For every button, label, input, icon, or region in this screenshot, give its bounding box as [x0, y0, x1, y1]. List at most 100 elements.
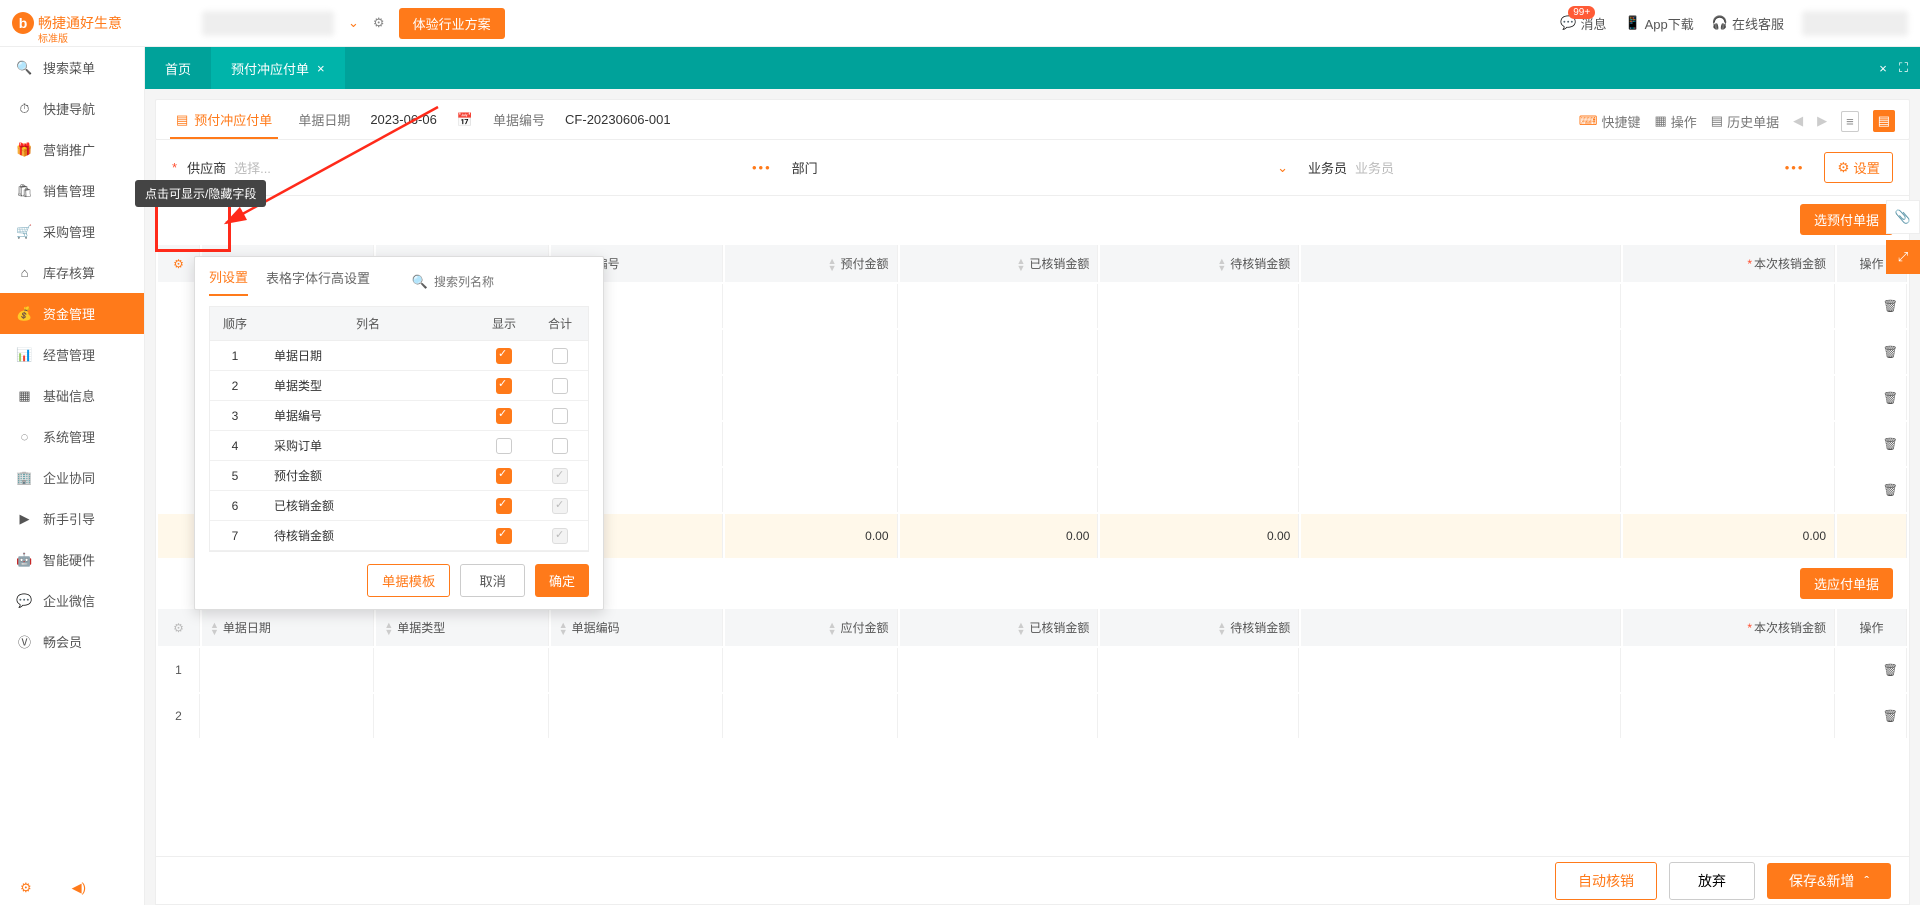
messages-link[interactable]: 💬 99+ 消息 — [1560, 14, 1606, 33]
column-settings-icon[interactable]: ⚙ — [173, 257, 184, 271]
nav-prev-icon[interactable]: ◀ — [1793, 113, 1803, 129]
close-all-icon[interactable]: × — [1879, 61, 1887, 76]
column-settings-icon[interactable]: ⚙ — [173, 621, 184, 635]
history-link[interactable]: ▤历史单据 — [1711, 112, 1779, 131]
save-new-button[interactable]: 保存&新增ˆ — [1767, 863, 1891, 899]
sidebar-item[interactable]: 💬企业微信 — [0, 580, 144, 621]
sidebar-item[interactable]: 🛒采购管理 — [0, 211, 144, 252]
delete-row-icon[interactable]: 🗑 — [1837, 376, 1907, 420]
nav-icon: 🔍 — [16, 59, 33, 76]
supplier-label: 供应商 — [187, 158, 226, 177]
view-list-icon[interactable]: ≡ — [1841, 111, 1859, 132]
sum-checkbox[interactable] — [552, 348, 568, 364]
tab-home[interactable]: 首页 — [145, 47, 211, 89]
more-icon[interactable]: ••• — [1785, 160, 1805, 175]
delete-row-icon[interactable]: 🗑 — [1837, 648, 1907, 692]
expand-icon[interactable]: ⤢ — [1886, 240, 1920, 274]
search-icon: 🔍 — [412, 274, 428, 290]
view-detail-icon[interactable]: ▤ — [1873, 110, 1895, 132]
phone-icon: 📱 — [1624, 15, 1640, 31]
sidebar-item[interactable]: 🛍销售管理 — [0, 170, 144, 211]
delete-row-icon[interactable]: 🗑 — [1837, 284, 1907, 328]
clerk-select[interactable]: 业务员 — [1355, 158, 1394, 177]
tooltip-hint: 点击可显示/隐藏字段 — [135, 180, 266, 207]
show-checkbox[interactable] — [496, 378, 512, 394]
nav-icon: 🤖 — [16, 551, 33, 568]
delete-row-icon[interactable]: 🗑 — [1837, 694, 1907, 738]
show-checkbox[interactable] — [496, 498, 512, 514]
dept-select-chevron-icon[interactable]: ⌄ — [1277, 160, 1288, 176]
logo-icon: b — [12, 12, 34, 34]
date-value[interactable]: 2023-06-06 — [370, 112, 437, 127]
doc-type-tab[interactable]: ▤ 预付冲应付单 — [170, 110, 278, 139]
row-height-tab[interactable]: 表格字体行高设置 — [266, 268, 370, 295]
sum-checkbox[interactable] — [552, 408, 568, 424]
show-checkbox[interactable] — [496, 468, 512, 484]
sidebar-item[interactable]: ▦基础信息 — [0, 375, 144, 416]
template-button[interactable]: 单据模板 — [367, 564, 450, 597]
column-settings-tab[interactable]: 列设置 — [209, 267, 248, 296]
org-selector[interactable] — [202, 11, 334, 36]
shortcut-link[interactable]: ⌨快捷键 — [1579, 112, 1641, 131]
nav-icon: ⌂ — [16, 264, 33, 281]
select-payable-button[interactable]: 选应付单据 — [1800, 568, 1893, 599]
sidebar-item[interactable]: 🔍搜索菜单 — [0, 47, 144, 88]
sidebar-item[interactable]: Ⓥ畅会员 — [0, 621, 144, 662]
column-search-input[interactable] — [434, 275, 589, 289]
sum-checkbox[interactable] — [552, 378, 568, 394]
delete-row-icon[interactable]: 🗑 — [1837, 422, 1907, 466]
document-header: ▤ 预付冲应付单 单据日期 2023-06-06 📅 单据编号 CF-20230… — [155, 99, 1910, 140]
keyboard-icon: ⌨ — [1579, 113, 1598, 129]
docno-value: CF-20230606-001 — [565, 112, 671, 127]
sidebar-item[interactable]: ◌系统管理 — [0, 416, 144, 457]
nav-icon: 🎁 — [16, 141, 33, 158]
clerk-label: 业务员 — [1308, 158, 1347, 177]
close-icon[interactable]: × — [317, 61, 325, 76]
calendar-icon[interactable]: 📅 — [457, 112, 473, 128]
form-row: * 供应商 选择... ••• 部门 ⌄ 业务员 业务员 ••• ⚙设置 — [155, 140, 1910, 196]
sidebar-item[interactable]: ▶新手引导 — [0, 498, 144, 539]
sidebar-item[interactable]: 🏢企业协同 — [0, 457, 144, 498]
cancel-button[interactable]: 取消 — [460, 564, 525, 597]
ok-button[interactable]: 确定 — [535, 564, 589, 597]
tab-prepay-offset[interactable]: 预付冲应付单 × — [211, 47, 345, 89]
settings-button[interactable]: ⚙设置 — [1824, 152, 1893, 183]
select-prepay-button[interactable]: 选预付单据 — [1800, 204, 1893, 235]
collapse-icon[interactable]: ◀) — [72, 880, 86, 896]
nav-icon: 🏢 — [16, 469, 33, 486]
attachment-icon[interactable]: 📎 — [1886, 200, 1920, 234]
sidebar-item[interactable]: ⌂库存核算 — [0, 252, 144, 293]
chevron-down-icon[interactable]: ⌄ — [348, 15, 359, 31]
sidebar-item[interactable]: ⏱快捷导航 — [0, 88, 144, 129]
show-checkbox[interactable] — [496, 408, 512, 424]
app-download-link[interactable]: 📱App下载 — [1624, 14, 1693, 33]
auto-verify-button[interactable]: 自动核销 — [1555, 862, 1657, 900]
support-link[interactable]: 🎧在线客服 — [1712, 14, 1784, 33]
fullscreen-icon[interactable]: ⛶ — [1899, 60, 1908, 76]
sidebar-item[interactable]: 📊经营管理 — [0, 334, 144, 375]
nav-icon: 📊 — [16, 346, 33, 363]
show-checkbox[interactable] — [496, 528, 512, 544]
sidebar-item[interactable]: 💰资金管理 — [0, 293, 144, 334]
show-checkbox[interactable] — [496, 438, 512, 454]
supplier-select[interactable]: 选择... — [234, 158, 271, 177]
show-checkbox[interactable] — [496, 348, 512, 364]
settings-icon[interactable]: ⚙ — [20, 880, 32, 896]
nav-icon: 💰 — [16, 305, 33, 322]
nav-next-icon[interactable]: ▶ — [1817, 113, 1827, 129]
ops-link[interactable]: ▦操作 — [1654, 112, 1696, 131]
experience-button[interactable]: 体验行业方案 — [399, 8, 505, 39]
gear-icon: ⚙ — [1837, 160, 1849, 176]
delete-row-icon[interactable]: 🗑 — [1837, 468, 1907, 512]
sidebar-item[interactable]: 🎁营销推广 — [0, 129, 144, 170]
sidebar-item[interactable]: 🤖智能硬件 — [0, 539, 144, 580]
tab-strip: 首页 预付冲应付单 × × ⛶ — [145, 47, 1920, 89]
brand-edition: 标准版 — [38, 30, 68, 45]
sum-checkbox[interactable] — [552, 438, 568, 454]
discard-button[interactable]: 放弃 — [1669, 862, 1755, 900]
more-icon[interactable]: ••• — [752, 160, 772, 175]
delete-row-icon[interactable]: 🗑 — [1837, 330, 1907, 374]
nav-icon: 🛒 — [16, 223, 33, 240]
gear-icon[interactable]: ⚙ — [373, 15, 385, 31]
user-avatar[interactable] — [1802, 11, 1908, 36]
